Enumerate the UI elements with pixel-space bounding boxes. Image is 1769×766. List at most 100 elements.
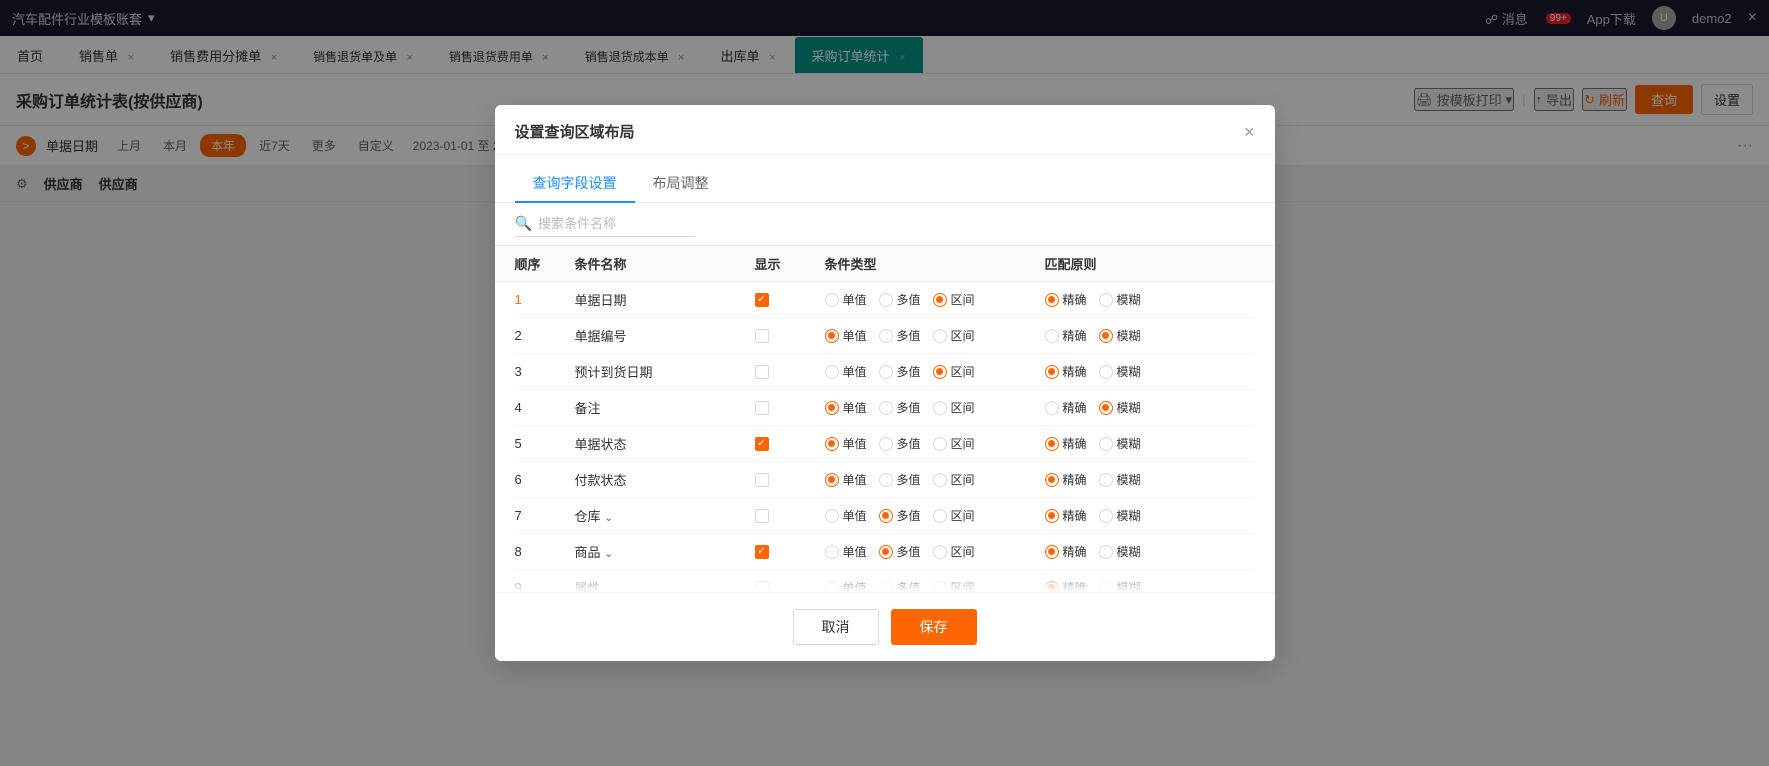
row-2-checkbox[interactable] bbox=[755, 329, 769, 343]
row-3-name: 预计到货日期 bbox=[575, 362, 755, 381]
row-9-exact[interactable]: 精确 bbox=[1045, 579, 1087, 592]
row-6-type-multi[interactable]: 多值 bbox=[879, 471, 921, 488]
row-4-exact[interactable]: 精确 bbox=[1045, 399, 1087, 416]
row-2-type: 单值 多值 区间 bbox=[825, 327, 1045, 344]
header-type: 条件类型 bbox=[825, 254, 1045, 273]
row-2-exact[interactable]: 精确 bbox=[1045, 327, 1087, 344]
row-1-type: 单值 多值 区间 bbox=[825, 291, 1045, 308]
row-3-type: 单值 多值 区间 bbox=[825, 363, 1045, 380]
row-7-exact[interactable]: 精确 bbox=[1045, 507, 1087, 524]
row-4-type-single[interactable]: 单值 bbox=[825, 399, 867, 416]
row-6-display[interactable] bbox=[755, 473, 825, 487]
row-9-type-range[interactable]: 区间 bbox=[933, 579, 975, 592]
row-6-checkbox[interactable] bbox=[755, 473, 769, 487]
row-4-checkbox[interactable] bbox=[755, 401, 769, 415]
row-9-checkbox[interactable] bbox=[755, 581, 769, 593]
row-2-type-single[interactable]: 单值 bbox=[825, 327, 867, 344]
row-7-type-multi[interactable]: 多值 bbox=[879, 507, 921, 524]
row-7-name: 仓库 ⌄ bbox=[575, 506, 755, 525]
row-8-type-multi[interactable]: 多值 bbox=[879, 543, 921, 560]
row-3-type-single[interactable]: 单值 bbox=[825, 363, 867, 380]
cancel-btn[interactable]: 取消 bbox=[793, 609, 879, 645]
row-1-type-range[interactable]: 区间 bbox=[933, 291, 975, 308]
row-5-checkbox[interactable] bbox=[755, 437, 769, 451]
row-7-display[interactable] bbox=[755, 509, 825, 523]
row-8-fuzzy[interactable]: 模糊 bbox=[1099, 543, 1141, 560]
row-3-exact[interactable]: 精确 bbox=[1045, 363, 1087, 380]
row-8-expand-icon[interactable]: ⌄ bbox=[604, 548, 613, 560]
modal-tab-query-fields[interactable]: 查询字段设置 bbox=[515, 165, 635, 203]
row-7-expand-icon[interactable]: ⌄ bbox=[604, 512, 613, 524]
modal-tabs: 查询字段设置 布局调整 bbox=[495, 155, 1275, 203]
row-3-type-range[interactable]: 区间 bbox=[933, 363, 975, 380]
row-6-fuzzy[interactable]: 模糊 bbox=[1099, 471, 1141, 488]
row-3-type-multi[interactable]: 多值 bbox=[879, 363, 921, 380]
row-6-type-single[interactable]: 单值 bbox=[825, 471, 867, 488]
row-7-type-single[interactable]: 单值 bbox=[825, 507, 867, 524]
modal-tab-layout[interactable]: 布局调整 bbox=[635, 165, 727, 203]
modal-table-header: 顺序 条件名称 显示 条件类型 匹配原则 bbox=[495, 245, 1275, 282]
row-9-type-single[interactable]: 单值 bbox=[825, 579, 867, 592]
row-5-type-single[interactable]: 单值 bbox=[825, 435, 867, 452]
modal-overlay: 设置查询区域布局 × 查询字段设置 布局调整 🔍 顺序 条件名称 显示 条件类型… bbox=[0, 0, 1769, 766]
row-2-display[interactable] bbox=[755, 329, 825, 343]
row-1-match: 精确 模糊 bbox=[1045, 291, 1245, 308]
search-input[interactable] bbox=[538, 216, 688, 231]
row-4-type-multi[interactable]: 多值 bbox=[879, 399, 921, 416]
row-1-type-single[interactable]: 单值 bbox=[825, 291, 867, 308]
row-2-type-multi[interactable]: 多值 bbox=[879, 327, 921, 344]
row-1-exact[interactable]: 精确 bbox=[1045, 291, 1087, 308]
row-8-type-single[interactable]: 单值 bbox=[825, 543, 867, 560]
row-1-type-multi[interactable]: 多值 bbox=[879, 291, 921, 308]
row-9-match-group: 精确 模糊 bbox=[1045, 579, 1245, 592]
row-1-display[interactable] bbox=[755, 293, 825, 307]
row-4-type-group: 单值 多值 区间 bbox=[825, 399, 1045, 416]
row-5-type-range[interactable]: 区间 bbox=[933, 435, 975, 452]
row-1-checkbox[interactable] bbox=[755, 293, 769, 307]
row-8-type: 单值 多值 区间 bbox=[825, 543, 1045, 560]
row-7-fuzzy[interactable]: 模糊 bbox=[1099, 507, 1141, 524]
row-2-fuzzy[interactable]: 模糊 bbox=[1099, 327, 1141, 344]
row-2-type-group: 单值 多值 区间 bbox=[825, 327, 1045, 344]
row-9-type-multi[interactable]: 多值 bbox=[879, 579, 921, 592]
modal-search-area: 🔍 bbox=[495, 203, 1275, 245]
row-2-type-range[interactable]: 区间 bbox=[933, 327, 975, 344]
row-5-num: 5 bbox=[515, 436, 575, 451]
row-8-type-group: 单值 多值 区间 bbox=[825, 543, 1045, 560]
row-5-display[interactable] bbox=[755, 437, 825, 451]
row-6-type-range[interactable]: 区间 bbox=[933, 471, 975, 488]
row-2-num: 2 bbox=[515, 328, 575, 343]
row-3-type-group: 单值 多值 区间 bbox=[825, 363, 1045, 380]
search-icon: 🔍 bbox=[515, 215, 532, 232]
row-4-match-group: 精确 模糊 bbox=[1045, 399, 1245, 416]
row-8-checkbox[interactable] bbox=[755, 545, 769, 559]
row-8-type-range[interactable]: 区间 bbox=[933, 543, 975, 560]
row-9-display[interactable] bbox=[755, 581, 825, 593]
row-4-type-range[interactable]: 区间 bbox=[933, 399, 975, 416]
row-5-fuzzy[interactable]: 模糊 bbox=[1099, 435, 1141, 452]
row-4-display[interactable] bbox=[755, 401, 825, 415]
row-8-display[interactable] bbox=[755, 545, 825, 559]
row-8-exact[interactable]: 精确 bbox=[1045, 543, 1087, 560]
row-7-checkbox[interactable] bbox=[755, 509, 769, 523]
row-3-display[interactable] bbox=[755, 365, 825, 379]
row-4-fuzzy[interactable]: 模糊 bbox=[1099, 399, 1141, 416]
row-3-match: 精确 模糊 bbox=[1045, 363, 1245, 380]
modal-close-btn[interactable]: × bbox=[1244, 123, 1255, 141]
row-1-fuzzy[interactable]: 模糊 bbox=[1099, 291, 1141, 308]
row-6-exact[interactable]: 精确 bbox=[1045, 471, 1087, 488]
save-btn[interactable]: 保存 bbox=[891, 609, 977, 645]
row-5-type-multi[interactable]: 多值 bbox=[879, 435, 921, 452]
row-5-exact[interactable]: 精确 bbox=[1045, 435, 1087, 452]
row-8-name: 商品 ⌄ bbox=[575, 542, 755, 561]
header-name: 条件名称 bbox=[575, 254, 755, 273]
settings-modal: 设置查询区域布局 × 查询字段设置 布局调整 🔍 顺序 条件名称 显示 条件类型… bbox=[495, 105, 1275, 661]
row-3-checkbox[interactable] bbox=[755, 365, 769, 379]
modal-footer: 取消 保存 bbox=[495, 592, 1275, 661]
modal-header: 设置查询区域布局 × bbox=[495, 105, 1275, 155]
row-4-type: 单值 多值 区间 bbox=[825, 399, 1045, 416]
row-9-fuzzy[interactable]: 模糊 bbox=[1099, 579, 1141, 592]
row-7-type-range[interactable]: 区间 bbox=[933, 507, 975, 524]
row-9-expand-icon[interactable]: ⌄ bbox=[604, 584, 613, 592]
row-3-fuzzy[interactable]: 模糊 bbox=[1099, 363, 1141, 380]
